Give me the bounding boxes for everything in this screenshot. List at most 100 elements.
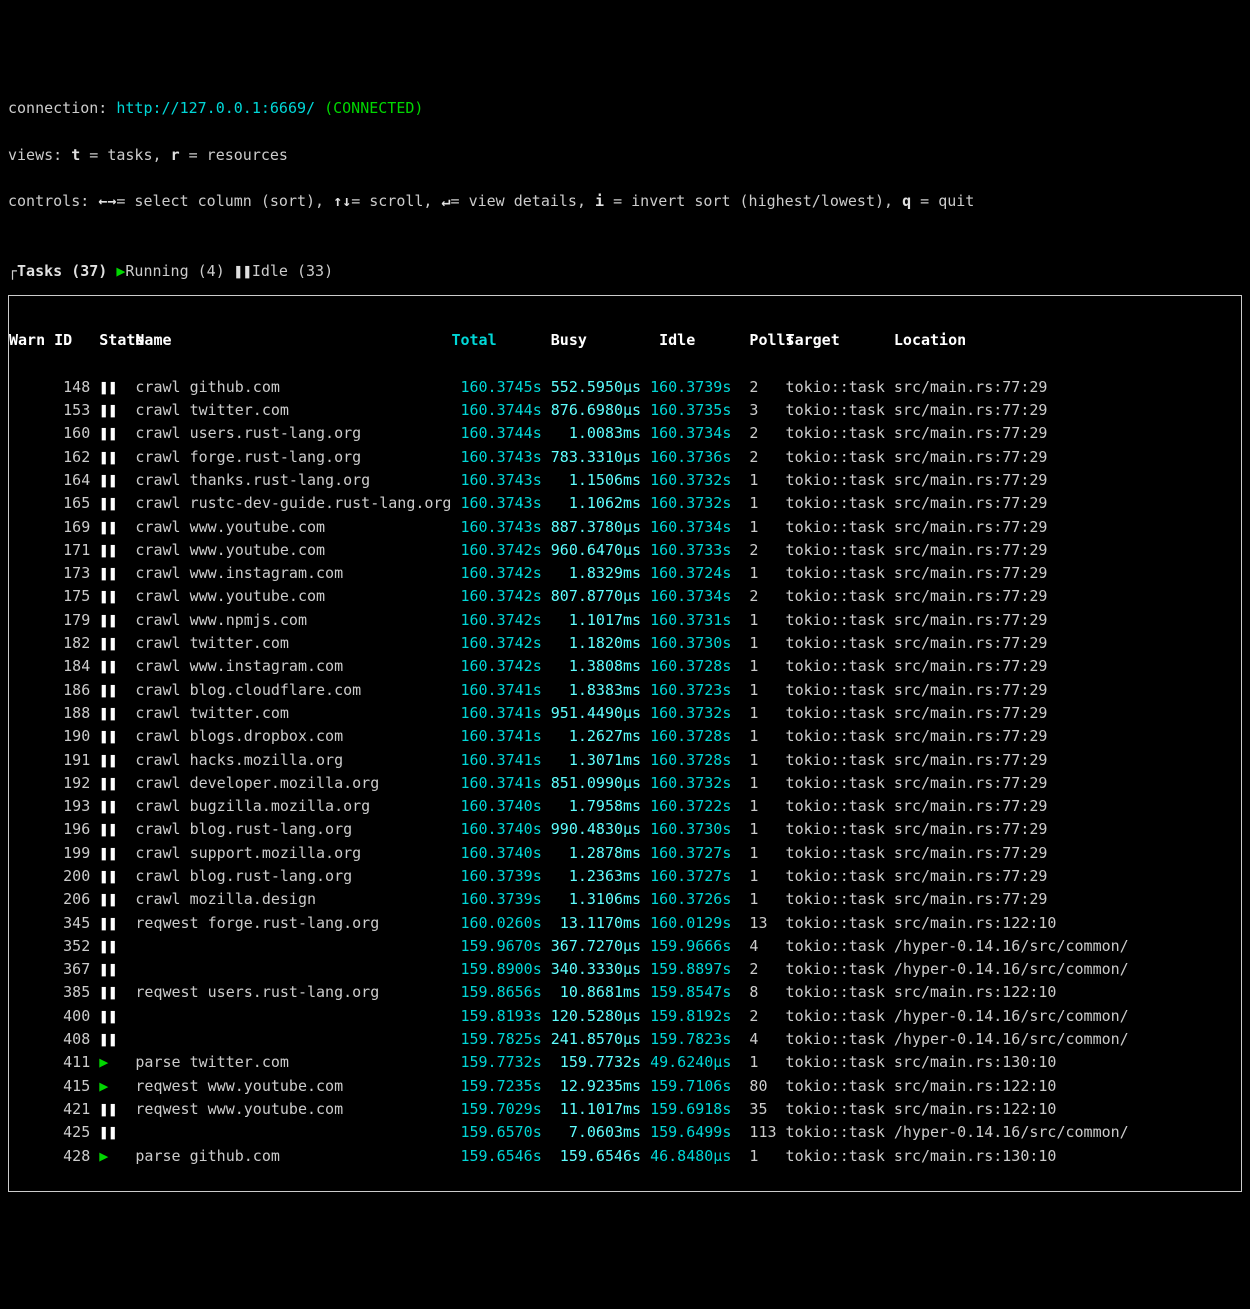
cell-total: 160.3742s [451,632,541,655]
cell-polls: 35 [740,1098,776,1121]
pause-icon: ❚❚ [99,1123,117,1141]
cell-total: 160.3742s [451,655,541,678]
task-row[interactable]: 184❚❚ crawl www.instagram.com160.3742s1.… [9,655,1241,678]
col-id[interactable]: ID [54,329,90,352]
cell-total: 160.3741s [451,749,541,772]
cell-target: tokio::task [786,1075,894,1098]
cell-location: src/main.rs:77:29 [894,399,1048,422]
cell-idle: 160.3735s [641,399,731,422]
cell-total: 159.7235s [451,1075,541,1098]
task-row[interactable]: 169❚❚ crawl www.youtube.com160.3743s887.… [9,516,1241,539]
cell-name: parse twitter.com [135,1051,451,1074]
col-warn[interactable]: Warn [9,329,54,352]
task-row[interactable]: 179❚❚ crawl www.npmjs.com160.3742s1.1017… [9,609,1241,632]
cell-idle: 160.3734s [641,422,731,445]
cell-total: 160.3745s [451,376,541,399]
task-row[interactable]: 193❚❚ crawl bugzilla.mozilla.org160.3740… [9,795,1241,818]
cell-busy: 1.1820ms [542,632,641,655]
views-prefix: views: [8,146,71,164]
pause-icon: ❚❚ [99,727,117,745]
task-row[interactable]: 425❚❚ 159.6570s7.0603ms159.6499s 113 tok… [9,1121,1241,1144]
cell-polls: 1 [740,655,776,678]
task-row[interactable]: 173❚❚ crawl www.instagram.com160.3742s1.… [9,562,1241,585]
cell-location: /hyper-0.14.16/src/common/ [894,958,1129,981]
task-row[interactable]: 196❚❚ crawl blog.rust-lang.org160.3740s9… [9,818,1241,841]
task-row[interactable]: 199❚❚ crawl support.mozilla.org160.3740s… [9,842,1241,865]
controls-quit-key[interactable]: q [902,192,911,210]
views-tasks-label: = tasks, [80,146,170,164]
task-row[interactable]: 175❚❚ crawl www.youtube.com160.3742s807.… [9,585,1241,608]
task-row[interactable]: 428▶ parse github.com159.6546s159.6546s4… [9,1145,1241,1168]
cell-location: src/main.rs:122:10 [894,981,1057,1004]
pause-icon: ❚❚ [99,564,117,582]
task-row[interactable]: 188❚❚ crawl twitter.com160.3741s951.4490… [9,702,1241,725]
cell-location: /hyper-0.14.16/src/common/ [894,1121,1129,1144]
task-row[interactable]: 421❚❚ reqwest www.youtube.com159.7029s11… [9,1098,1241,1121]
column-header-row[interactable]: WarnIDState NameTotalBusyIdle Polls Targ… [9,329,1241,352]
col-name[interactable]: Name [135,329,451,352]
cell-idle: 160.3724s [641,562,731,585]
task-row[interactable]: 190❚❚ crawl blogs.dropbox.com160.3741s1.… [9,725,1241,748]
cell-busy: 1.3106ms [542,888,641,911]
connection-label: connection: [8,99,116,117]
task-row[interactable]: 200❚❚ crawl blog.rust-lang.org160.3739s1… [9,865,1241,888]
cell-id: 169 [54,516,90,539]
cell-target: tokio::task [786,655,894,678]
cell-total: 160.3741s [451,725,541,748]
task-row[interactable]: 367❚❚ 159.8900s340.3330µs159.8897s 2 tok… [9,958,1241,981]
task-row[interactable]: 415▶ reqwest www.youtube.com159.7235s12.… [9,1075,1241,1098]
task-row[interactable]: 153❚❚ crawl twitter.com160.3744s876.6980… [9,399,1241,422]
cell-id: 200 [54,865,90,888]
task-row[interactable]: 164❚❚ crawl thanks.rust-lang.org160.3743… [9,469,1241,492]
task-row[interactable]: 162❚❚ crawl forge.rust-lang.org160.3743s… [9,446,1241,469]
cell-polls: 1 [740,865,776,888]
cell-id: 160 [54,422,90,445]
cell-target: tokio::task [786,772,894,795]
controls-enter-key[interactable]: ↵ [442,192,451,210]
pause-icon: ❚❚ [99,937,117,955]
play-icon: ▶ [99,1077,108,1095]
task-row[interactable]: 345❚❚ reqwest forge.rust-lang.org160.026… [9,912,1241,935]
cell-idle: 160.3733s [641,539,731,562]
cell-busy: 552.5950µs [542,376,641,399]
cell-state: ❚❚ [90,912,126,935]
cell-polls: 1 [740,795,776,818]
task-row[interactable]: 206❚❚ crawl mozilla.design160.3739s1.310… [9,888,1241,911]
task-row[interactable]: 400❚❚ 159.8193s120.5280µs159.8192s 2 tok… [9,1005,1241,1028]
task-row[interactable]: 408❚❚ 159.7825s241.8570µs159.7823s 4 tok… [9,1028,1241,1051]
task-row[interactable]: 165❚❚ crawl rustc-dev-guide.rust-lang.or… [9,492,1241,515]
views-resources-key[interactable]: r [171,146,180,164]
task-row[interactable]: 385❚❚ reqwest users.rust-lang.org159.865… [9,981,1241,1004]
cell-name: crawl blogs.dropbox.com [135,725,451,748]
controls-ud-key[interactable]: ↑↓ [333,192,351,210]
task-row[interactable]: 352❚❚ 159.9670s367.7270µs159.9666s 4 tok… [9,935,1241,958]
task-row[interactable]: 171❚❚ crawl www.youtube.com160.3742s960.… [9,539,1241,562]
col-state[interactable]: State [90,329,126,352]
task-row[interactable]: 182❚❚ crawl twitter.com160.3742s1.1820ms… [9,632,1241,655]
col-total[interactable]: Total [451,329,541,352]
task-rows[interactable]: 148❚❚ crawl github.com160.3745s552.5950µ… [9,376,1241,1168]
cell-polls: 1 [740,725,776,748]
task-row[interactable]: 160❚❚ crawl users.rust-lang.org160.3744s… [9,422,1241,445]
task-row[interactable]: 148❚❚ crawl github.com160.3745s552.5950µ… [9,376,1241,399]
views-tasks-key[interactable]: t [71,146,80,164]
cell-idle: 160.3730s [641,632,731,655]
cell-name: crawl www.youtube.com [135,516,451,539]
col-location[interactable]: Location [894,329,966,352]
pause-icon: ❚❚ [99,890,117,908]
col-target[interactable]: Target [786,329,894,352]
task-row[interactable]: 411▶ parse twitter.com159.7732s159.7732s… [9,1051,1241,1074]
cell-polls: 1 [740,1145,776,1168]
task-row[interactable]: 192❚❚ crawl developer.mozilla.org160.374… [9,772,1241,795]
cell-target: tokio::task [786,399,894,422]
col-polls[interactable]: Polls [740,329,776,352]
col-idle[interactable]: Idle [641,329,731,352]
col-busy[interactable]: Busy [542,329,641,352]
cell-id: 162 [54,446,90,469]
task-row[interactable]: 191❚❚ crawl hacks.mozilla.org160.3741s1.… [9,749,1241,772]
cell-warn [9,1121,54,1144]
task-row[interactable]: 186❚❚ crawl blog.cloudflare.com160.3741s… [9,679,1241,702]
controls-invert-key[interactable]: i [595,192,604,210]
controls-lr-key[interactable]: ←→ [98,192,116,210]
cell-name: crawl users.rust-lang.org [135,422,451,445]
